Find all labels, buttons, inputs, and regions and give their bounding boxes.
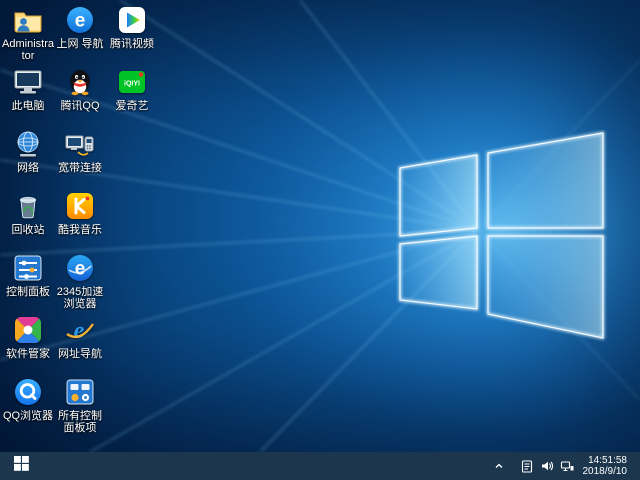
desktop-icon-label: 控制面板: [6, 286, 50, 298]
desktop-icon-label: 爱奇艺: [116, 100, 149, 112]
desktop-icon-web-navigator[interactable]: e 上网 导航: [54, 4, 106, 66]
desktop[interactable]: Administrator e 上网 导航: [0, 0, 640, 452]
tencent-video-icon: [116, 4, 148, 36]
desktop-icon-website-navigation[interactable]: e 网址导航: [54, 314, 106, 376]
desktop-icon-control-panel[interactable]: 控制面板: [2, 252, 54, 314]
desktop-icon-label: 所有控制面板项: [54, 410, 106, 434]
desktop-icon-all-control-panel-items[interactable]: 所有控制面板项: [54, 376, 106, 438]
desktop-icon-recycle-bin[interactable]: 回收站: [2, 190, 54, 252]
desktop-icon-label: 网络: [17, 162, 39, 174]
svg-text:iQIYI: iQIYI: [124, 81, 140, 88]
desktop-icon-label: 软件管家: [6, 348, 50, 360]
desktop-icon-label: 此电脑: [12, 100, 45, 112]
desktop-icon-broadband-connection[interactable]: 宽带连接: [54, 128, 106, 190]
taskbar: 14:51:58 2018/9/10: [0, 452, 640, 480]
svg-text:e: e: [74, 318, 85, 344]
desktop-icon-software-manager[interactable]: 软件管家: [2, 314, 54, 376]
desktop-icon-label: 网址导航: [58, 348, 102, 360]
svg-text:e: e: [75, 259, 86, 280]
speaker-icon[interactable]: [537, 452, 557, 480]
broadband-icon: [64, 128, 96, 160]
desktop-icon-label: Administrator: [2, 38, 54, 62]
taskbar-clock[interactable]: 14:51:58 2018/9/10: [577, 455, 636, 477]
desktop-icon-administrator[interactable]: Administrator: [2, 4, 54, 66]
software-manager-icon: [12, 314, 44, 346]
desktop-icon-label: 腾讯视频: [110, 38, 154, 50]
chevron-up-icon[interactable]: [489, 452, 509, 480]
network-icon[interactable]: [557, 452, 577, 480]
desktop-icon-label: 腾讯QQ: [60, 100, 99, 112]
qq-browser-icon: [12, 376, 44, 408]
all-control-panel-items-icon: [64, 376, 96, 408]
desktop-icon-tencent-video[interactable]: 腾讯视频: [106, 4, 158, 66]
windows-start-icon: [14, 456, 29, 476]
ime-icon[interactable]: [517, 452, 537, 480]
desktop-icon-tencent-qq[interactable]: 腾讯QQ: [54, 66, 106, 128]
desktop-icon-2345-browser[interactable]: e 2345加速浏览器: [54, 252, 106, 314]
start-button[interactable]: [0, 452, 42, 480]
desktop-icon-kuwo-music[interactable]: 酷我音乐: [54, 190, 106, 252]
desktop-icon-grid: Administrator e 上网 导航: [2, 4, 158, 438]
system-tray: 14:51:58 2018/9/10: [489, 452, 640, 480]
desktop-icon-network[interactable]: 网络: [2, 128, 54, 190]
desktop-icon-label: 2345加速浏览器: [54, 286, 106, 310]
taskbar-empty-area[interactable]: [42, 452, 489, 480]
desktop-icon-qq-browser[interactable]: QQ浏览器: [2, 376, 54, 438]
qq-penguin-icon: [64, 66, 96, 98]
this-pc-icon: [12, 66, 44, 98]
navigator-e-icon: e: [64, 4, 96, 36]
ie-icon: e: [64, 314, 96, 346]
desktop-icon-label: 宽带连接: [58, 162, 102, 174]
desktop-icon-this-pc[interactable]: 此电脑: [2, 66, 54, 128]
clock-time: 14:51:58: [583, 455, 628, 466]
kuwo-music-icon: [64, 190, 96, 222]
svg-text:e: e: [75, 11, 86, 32]
control-panel-icon: [12, 252, 44, 284]
network-globe-icon: [12, 128, 44, 160]
2345-browser-icon: e: [64, 252, 96, 284]
windows-desktop-screen: Administrator e 上网 导航: [0, 0, 640, 480]
iqiyi-icon: iQIYI: [116, 66, 148, 98]
desktop-icon-label: 回收站: [12, 224, 45, 236]
desktop-icon-iqiyi[interactable]: iQIYI 爱奇艺: [106, 66, 158, 128]
desktop-icon-label: 酷我音乐: [58, 224, 102, 236]
user-folder-icon: [12, 4, 44, 36]
recycle-bin-icon: [12, 190, 44, 222]
clock-date: 2018/9/10: [583, 466, 628, 477]
desktop-icon-label: 上网 导航: [56, 38, 103, 50]
desktop-icon-label: QQ浏览器: [3, 410, 53, 422]
